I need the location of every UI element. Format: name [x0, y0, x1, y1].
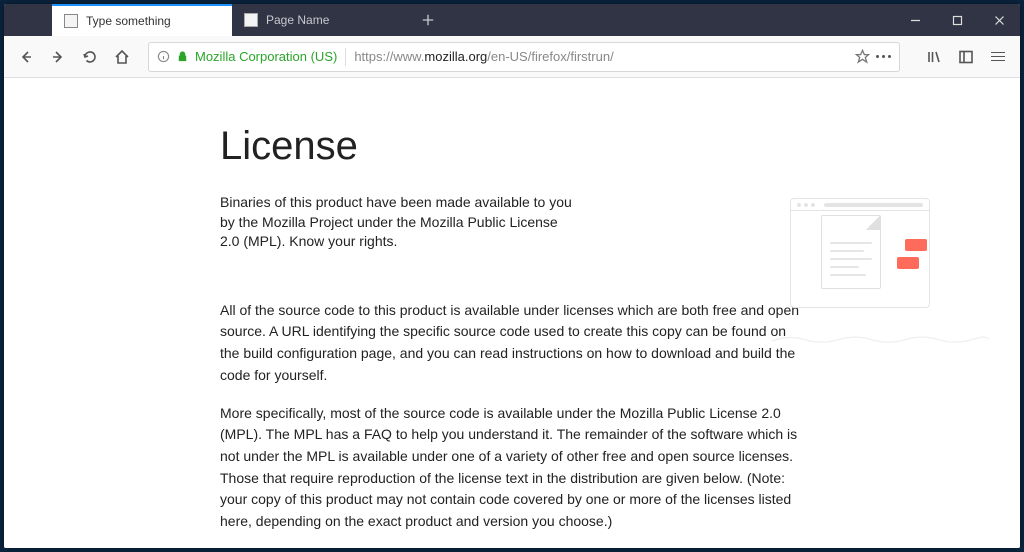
site-info-icon[interactable]: [157, 50, 170, 63]
navigation-toolbar: Mozilla Corporation (US) https://www.moz…: [4, 36, 1020, 78]
bookmark-star-icon[interactable]: [855, 49, 870, 64]
tab-2[interactable]: Page Name: [232, 4, 412, 36]
library-icon[interactable]: [920, 43, 948, 71]
sidebar-icon[interactable]: [952, 43, 980, 71]
window-controls: [894, 4, 1020, 36]
url-domain: mozilla.org: [424, 49, 487, 64]
paragraph-1: All of the source code to this product i…: [220, 300, 800, 387]
back-button[interactable]: [12, 43, 40, 71]
address-bar[interactable]: Mozilla Corporation (US) https://www.moz…: [148, 42, 900, 72]
page-actions-icon[interactable]: [876, 55, 891, 58]
page-content: License Binaries of this product have be…: [4, 78, 1020, 548]
url-organization: Mozilla Corporation (US): [195, 49, 337, 64]
minimize-button[interactable]: [894, 4, 936, 36]
tab-favicon: [244, 13, 258, 27]
page-body: License Binaries of this product have be…: [4, 78, 824, 548]
menu-icon[interactable]: [984, 43, 1012, 71]
tab-label: Page Name: [266, 13, 329, 27]
url-text: https://www.mozilla.org/en-US/firefox/fi…: [354, 49, 849, 64]
new-tab-button[interactable]: [412, 4, 444, 36]
close-button[interactable]: [978, 4, 1020, 36]
license-illustration: [760, 188, 980, 338]
home-button[interactable]: [108, 43, 136, 71]
url-path: /en-US/firefox/firstrun/: [487, 49, 613, 64]
browser-window: Type something Page Name: [4, 4, 1020, 548]
tab-1[interactable]: Type something: [52, 4, 232, 36]
reload-button[interactable]: [76, 43, 104, 71]
page-heading: License: [220, 124, 824, 169]
intro-paragraph: Binaries of this product have been made …: [220, 193, 580, 252]
url-separator: [345, 48, 346, 66]
forward-button[interactable]: [44, 43, 72, 71]
url-prefix: https://www.: [354, 49, 424, 64]
paragraph-2: More specifically, most of the source co…: [220, 403, 800, 533]
toolbar-right: [920, 43, 1012, 71]
lock-icon[interactable]: [176, 50, 189, 63]
tab-label: Type something: [86, 14, 171, 28]
maximize-button[interactable]: [936, 4, 978, 36]
tab-strip: Type something Page Name: [4, 4, 894, 36]
titlebar: Type something Page Name: [4, 4, 1020, 36]
tab-favicon: [64, 14, 78, 28]
